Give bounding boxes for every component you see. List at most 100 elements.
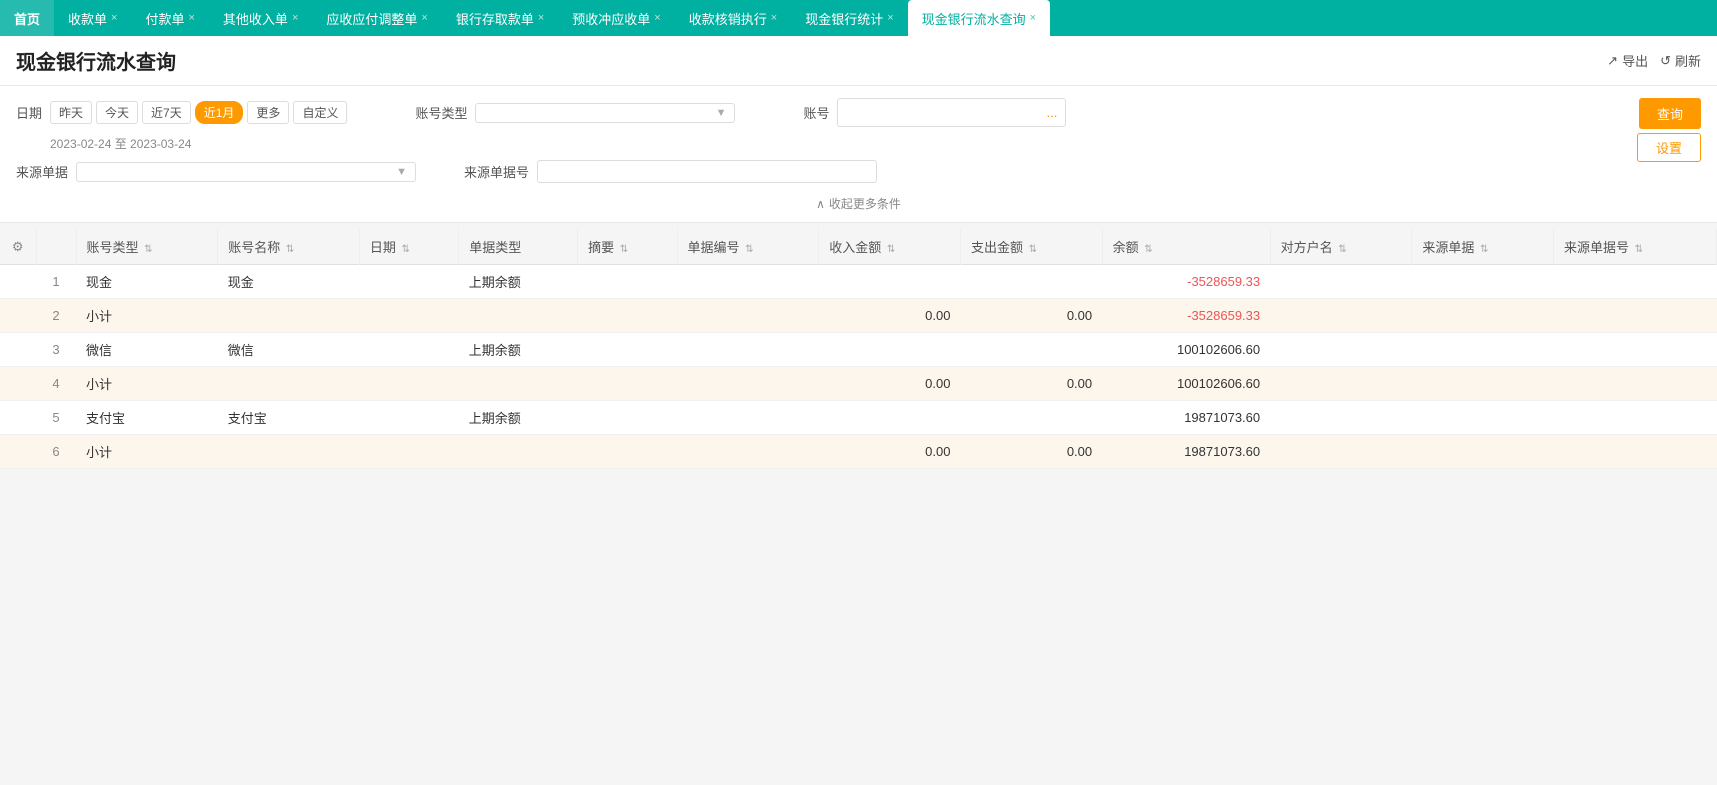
row-date — [359, 367, 458, 401]
col-summary[interactable]: 摘要 ⇅ — [578, 229, 677, 265]
sort-expense-icon: ⇅ — [1029, 244, 1037, 255]
col-account-name[interactable]: 账号名称 ⇅ — [218, 229, 360, 265]
row-settings[interactable] — [0, 435, 36, 469]
row-account-name: 支付宝 — [218, 401, 360, 435]
row-source-doc — [1412, 435, 1554, 469]
col-income[interactable]: 收入金额 ⇅ — [819, 229, 961, 265]
row-num: 1 — [36, 265, 76, 299]
nav-item-cash-flow[interactable]: 现金银行流水查询 × — [908, 0, 1050, 36]
nav-item-ar-ap-adjust[interactable]: 应收应付调整单 × — [312, 0, 441, 36]
export-button[interactable]: ↗ 导出 — [1607, 51, 1648, 70]
row-source-doc — [1412, 333, 1554, 367]
query-button[interactable]: 查询 — [1639, 98, 1701, 129]
nav-item-prepaid-offset[interactable]: 预收冲应收单 × — [558, 0, 674, 36]
row-summary — [578, 401, 677, 435]
row-settings[interactable] — [0, 299, 36, 333]
row-date — [359, 435, 458, 469]
row-doc-type — [459, 367, 578, 401]
settings-button[interactable]: 设置 — [1637, 133, 1701, 162]
nav-item-receipt-verify[interactable]: 收款核销执行 × — [675, 0, 791, 36]
row-doc-no — [677, 265, 819, 299]
close-bank-deposit-icon[interactable]: × — [538, 12, 544, 24]
date-btn-7days[interactable]: 近7天 — [142, 101, 191, 124]
close-verify-icon[interactable]: × — [771, 12, 777, 24]
col-source-doc-no[interactable]: 来源单据号 ⇅ — [1554, 229, 1717, 265]
source-doc-filter-row: 来源单据 ▼ 来源单据号 — [16, 160, 1625, 183]
close-stats-icon[interactable]: × — [887, 12, 893, 24]
close-cashflow-icon[interactable]: × — [1030, 12, 1036, 24]
sort-doc-no-icon: ⇅ — [745, 244, 753, 255]
date-btn-1month[interactable]: 近1月 — [195, 101, 244, 124]
source-doc-select[interactable]: ▼ — [76, 162, 416, 182]
row-doc-no — [677, 435, 819, 469]
row-income: 0.00 — [819, 299, 961, 333]
close-ar-ap-icon[interactable]: × — [421, 12, 427, 24]
close-other-income-icon[interactable]: × — [292, 12, 298, 24]
col-account-type[interactable]: 账号类型 ⇅ — [76, 229, 218, 265]
source-doc-no-input[interactable] — [537, 160, 877, 183]
row-source-doc-no — [1554, 333, 1717, 367]
close-receipts-icon[interactable]: × — [111, 12, 117, 24]
row-summary — [578, 367, 677, 401]
row-account-name: 现金 — [218, 265, 360, 299]
nav-item-cash-stats[interactable]: 现金银行统计 × — [791, 0, 907, 36]
sort-source-doc-icon: ⇅ — [1480, 244, 1488, 255]
row-date — [359, 265, 458, 299]
row-settings[interactable] — [0, 265, 36, 299]
date-label: 日期 — [16, 103, 42, 122]
row-doc-type — [459, 435, 578, 469]
col-balance[interactable]: 余额 ⇅ — [1102, 229, 1270, 265]
account-input-container: ... — [837, 98, 1066, 127]
date-btn-yesterday[interactable]: 昨天 — [50, 101, 92, 124]
date-options: 昨天 今天 近7天 近1月 更多 自定义 — [50, 101, 347, 124]
sort-income-icon: ⇅ — [887, 244, 895, 255]
row-num: 4 — [36, 367, 76, 401]
page-title: 现金银行流水查询 — [16, 46, 176, 75]
row-date — [359, 299, 458, 333]
row-num: 3 — [36, 333, 76, 367]
col-date[interactable]: 日期 ⇅ — [359, 229, 458, 265]
query-button-group: 查询 设置 — [1637, 98, 1701, 162]
data-table-container: ⚙ 账号类型 ⇅ 账号名称 ⇅ 日期 ⇅ 单据类型 摘要 ⇅ 单据编号 ⇅ 收入… — [0, 229, 1717, 469]
refresh-button[interactable]: ↺ 刷新 — [1660, 51, 1701, 70]
date-btn-more[interactable]: 更多 — [247, 101, 289, 124]
row-balance: 100102606.60 — [1102, 333, 1270, 367]
row-doc-type: 上期余额 — [459, 401, 578, 435]
table-header-row: ⚙ 账号类型 ⇅ 账号名称 ⇅ 日期 ⇅ 单据类型 摘要 ⇅ 单据编号 ⇅ 收入… — [0, 229, 1717, 265]
account-label: 账号 — [803, 103, 829, 122]
nav-item-home[interactable]: 首页 — [0, 0, 54, 36]
row-source-doc-no — [1554, 265, 1717, 299]
col-settings[interactable]: ⚙ — [0, 229, 36, 265]
nav-item-bank-deposit[interactable]: 银行存取款单 × — [442, 0, 558, 36]
date-btn-today[interactable]: 今天 — [96, 101, 138, 124]
row-balance: -3528659.33 — [1102, 265, 1270, 299]
row-settings[interactable] — [0, 401, 36, 435]
col-expense[interactable]: 支出金额 ⇅ — [960, 229, 1102, 265]
table-row: 3 微信 微信 上期余额 100102606.60 — [0, 333, 1717, 367]
row-account-type: 小计 — [76, 299, 218, 333]
row-source-doc — [1412, 401, 1554, 435]
account-input[interactable] — [846, 102, 1046, 123]
page-header: 现金银行流水查询 ↗ 导出 ↺ 刷新 — [0, 36, 1717, 86]
nav-item-receipts[interactable]: 收款单 × — [54, 0, 131, 36]
nav-item-other-income[interactable]: 其他收入单 × — [209, 0, 312, 36]
table-row: 4 小计 0.00 0.00 100102606.60 — [0, 367, 1717, 401]
row-settings[interactable] — [0, 367, 36, 401]
col-source-doc[interactable]: 来源单据 ⇅ — [1412, 229, 1554, 265]
close-payments-icon[interactable]: × — [188, 12, 194, 24]
col-counterparty[interactable]: 对方户名 ⇅ — [1270, 229, 1412, 265]
nav-item-payments[interactable]: 付款单 × — [131, 0, 208, 36]
account-dots[interactable]: ... — [1046, 105, 1057, 120]
col-doc-no[interactable]: 单据编号 ⇅ — [677, 229, 819, 265]
table-row: 5 支付宝 支付宝 上期余额 19871073.60 — [0, 401, 1717, 435]
date-btn-custom[interactable]: 自定义 — [293, 101, 347, 124]
row-expense: 0.00 — [960, 299, 1102, 333]
refresh-icon: ↺ — [1660, 53, 1671, 69]
account-type-select[interactable]: ▼ — [475, 103, 735, 123]
collapse-bar[interactable]: ∧ 收起更多条件 — [16, 191, 1701, 214]
row-settings[interactable] — [0, 333, 36, 367]
row-doc-no — [677, 299, 819, 333]
close-prepaid-icon[interactable]: × — [654, 12, 660, 24]
top-navigation: 首页 收款单 × 付款单 × 其他收入单 × 应收应付调整单 × 银行存取款单 … — [0, 0, 1717, 36]
row-income — [819, 265, 961, 299]
